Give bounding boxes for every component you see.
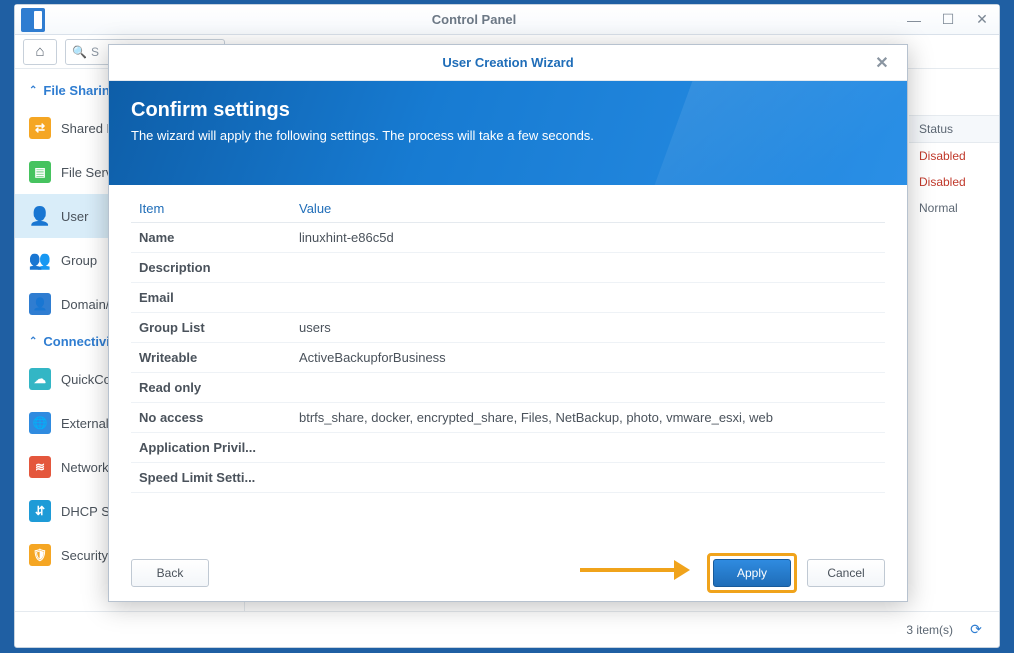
dialog-banner: Confirm settings The wizard will apply t… — [109, 81, 907, 185]
folder-share-icon: ⇄ — [29, 117, 51, 139]
column-header-item: Item — [131, 195, 291, 223]
column-header-value: Value — [291, 195, 885, 223]
footer: 3 item(s) ⟳ — [15, 611, 999, 647]
table-row: Namelinuxhint-e86c5d — [131, 223, 885, 253]
reload-button[interactable]: ⟳ — [967, 621, 985, 639]
apply-button[interactable]: Apply — [713, 559, 791, 587]
window-title: Control Panel — [51, 12, 897, 27]
table-row: WriteableActiveBackupforBusiness — [131, 343, 885, 373]
search-icon: 🔍 — [72, 45, 87, 59]
back-button[interactable]: Back — [131, 559, 209, 587]
reload-icon: ⟳ — [970, 621, 982, 638]
minimize-button[interactable]: — — [897, 5, 931, 35]
domain-icon: 👤 — [29, 293, 51, 315]
table-row: No accessbtrfs_share, docker, encrypted_… — [131, 403, 885, 433]
cloud-icon: ☁ — [29, 368, 51, 390]
dhcp-icon: ⇵ — [29, 500, 51, 522]
group-label: File Sharing — [43, 83, 117, 98]
app-icon — [21, 8, 45, 32]
banner-subtitle: The wizard will apply the following sett… — [131, 128, 885, 143]
user-icon: 👤 — [29, 205, 51, 227]
titlebar: Control Panel — ☐ ✕ — [15, 5, 999, 35]
item-count: 3 item(s) — [906, 623, 953, 637]
close-icon: ✕ — [875, 53, 888, 73]
globe-icon: 🌐 — [29, 412, 51, 434]
dialog-body: Item Value Namelinuxhint-e86c5d Descript… — [109, 185, 907, 545]
table-row: Application Privil... — [131, 433, 885, 463]
apply-highlight: Apply — [707, 553, 797, 593]
status-cell: Normal — [909, 195, 999, 221]
status-cell: Disabled — [909, 169, 999, 195]
table-row: Speed Limit Setti... — [131, 463, 885, 493]
shield-icon: 🛡 — [29, 544, 51, 566]
user-creation-wizard-dialog: User Creation Wizard ✕ Confirm settings … — [108, 44, 908, 602]
dialog-titlebar: User Creation Wizard ✕ — [109, 45, 907, 81]
sidebar-item-label: Group — [61, 253, 97, 268]
status-cell: Disabled — [909, 143, 999, 169]
column-header-status: Status — [909, 115, 999, 143]
window-controls: — ☐ ✕ — [897, 5, 999, 35]
table-row: Read only — [131, 373, 885, 403]
sidebar-item-label: Security — [61, 548, 108, 563]
chevron-down-icon: ⌃ — [29, 85, 37, 96]
dialog-footer: Back Apply Cancel — [109, 545, 907, 601]
settings-table: Item Value Namelinuxhint-e86c5d Descript… — [131, 195, 885, 493]
sidebar-item-label: Network — [61, 460, 109, 475]
table-row: Email — [131, 283, 885, 313]
status-column: Status Disabled Disabled Normal — [909, 115, 999, 221]
group-icon: 👥 — [29, 249, 51, 271]
chevron-down-icon: ⌃ — [29, 336, 37, 347]
home-icon: ⌂ — [35, 43, 44, 60]
cancel-button[interactable]: Cancel — [807, 559, 885, 587]
dialog-title: User Creation Wizard — [442, 55, 573, 70]
dialog-close-button[interactable]: ✕ — [867, 45, 897, 81]
banner-title: Confirm settings — [131, 99, 885, 122]
sidebar-item-label: User — [61, 209, 88, 224]
settings-rows: Namelinuxhint-e86c5d Description Email G… — [131, 223, 885, 493]
search-placeholder: S — [91, 45, 99, 59]
home-button[interactable]: ⌂ — [23, 39, 57, 65]
table-row: Description — [131, 253, 885, 283]
close-button[interactable]: ✕ — [965, 5, 999, 35]
table-row: Group Listusers — [131, 313, 885, 343]
maximize-button[interactable]: ☐ — [931, 5, 965, 35]
file-services-icon: ▤ — [29, 161, 51, 183]
network-icon: ≋ — [29, 456, 51, 478]
